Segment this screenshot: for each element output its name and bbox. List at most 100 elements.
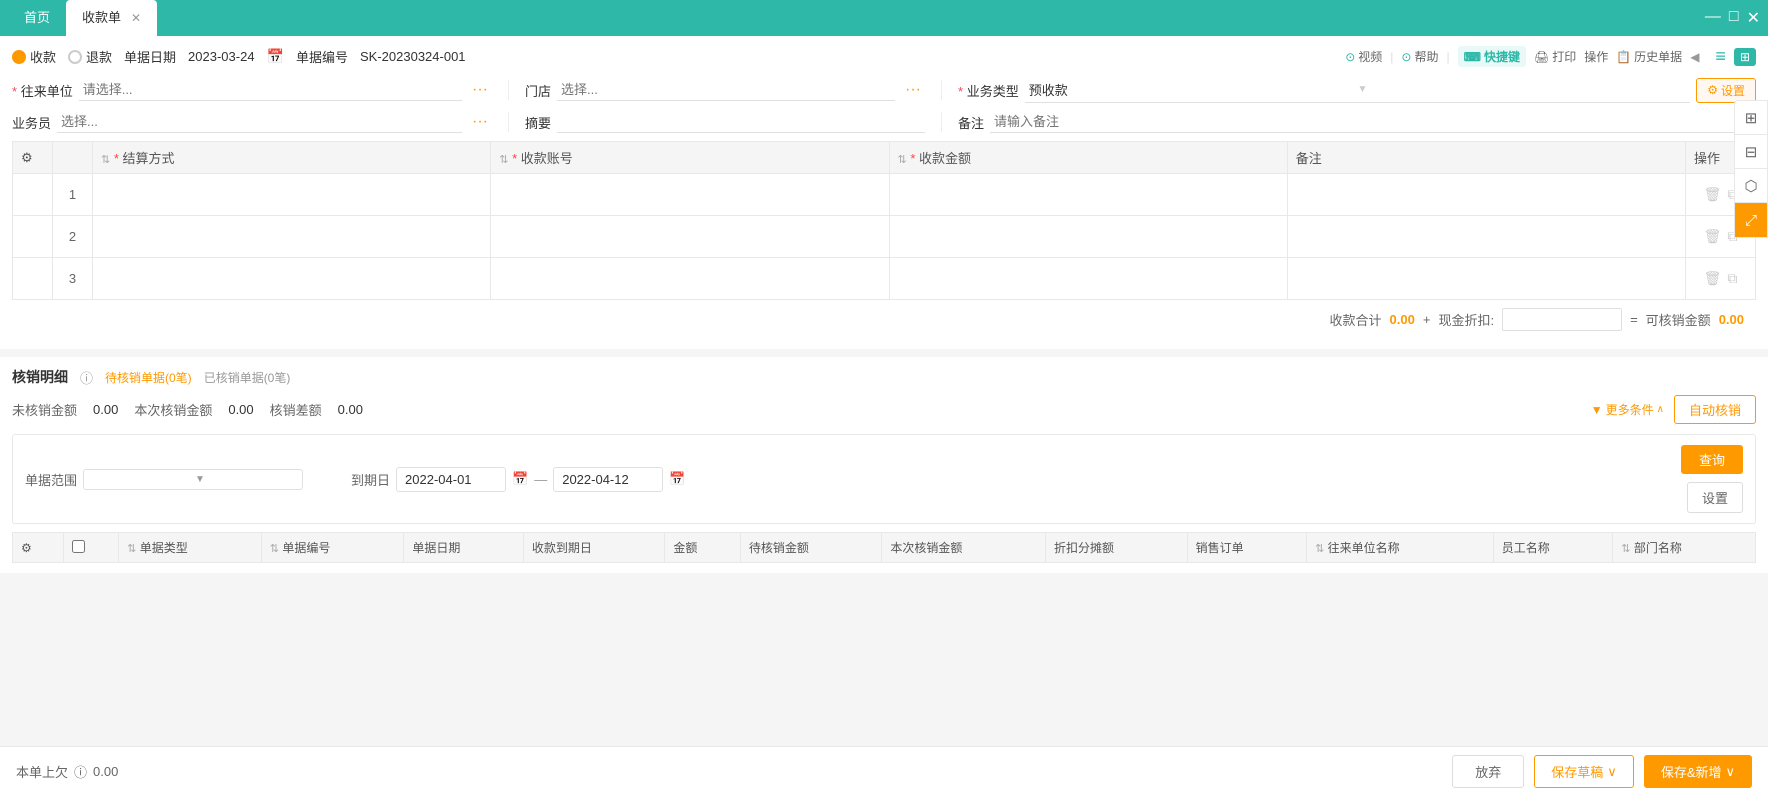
query-btn[interactable]: 查询 xyxy=(1681,445,1743,474)
copy-row-3-icon[interactable]: ⧉ xyxy=(1727,270,1737,287)
th-gear[interactable]: ⚙ xyxy=(13,142,53,174)
account-input-1[interactable] xyxy=(491,174,888,215)
info-icon[interactable]: ⓘ xyxy=(80,368,93,387)
discard-btn[interactable]: 放弃 xyxy=(1452,755,1524,788)
td-account-3[interactable] xyxy=(491,258,889,300)
tab-close-icon[interactable]: ✕ xyxy=(131,0,141,36)
date-from-cal-icon[interactable]: 📅 xyxy=(512,471,528,487)
tab-receipt[interactable]: 收款单 ✕ xyxy=(66,0,157,36)
radio-receive[interactable]: 收款 xyxy=(12,47,56,66)
remark-input[interactable] xyxy=(990,111,1756,133)
td-settlement-2[interactable] xyxy=(93,216,491,258)
operation-btn[interactable]: 操作 xyxy=(1584,48,1608,65)
pending-tag[interactable]: 待核销单据(0笔) xyxy=(105,369,192,386)
filter-range-field: 单据范围 ▼ xyxy=(25,469,303,490)
right-panel-table-btn[interactable]: ⊞ xyxy=(1735,101,1767,135)
radio-refund[interactable]: 退款 xyxy=(68,47,112,66)
summary-input[interactable] xyxy=(557,111,925,133)
footer-info-icon[interactable]: ⓘ xyxy=(74,762,87,781)
select-all-checkbox[interactable] xyxy=(72,540,85,553)
td-num-1: 1 xyxy=(53,174,93,216)
th-gear-wo[interactable]: ⚙ xyxy=(13,533,64,563)
td-amount-1[interactable] xyxy=(889,174,1287,216)
settlement-input-1[interactable] xyxy=(93,174,490,215)
store-more-btn[interactable]: ··· xyxy=(901,81,925,99)
remark-input-3[interactable] xyxy=(1288,258,1685,299)
td-remark-3[interactable] xyxy=(1287,258,1685,300)
amount-input-3[interactable] xyxy=(890,258,1287,299)
menu-icon[interactable]: ≡ xyxy=(1715,46,1726,67)
net-value: 0.00 xyxy=(1719,312,1744,327)
th-dept-name: ⇅ 部门名称 xyxy=(1613,533,1756,563)
filter-range-select[interactable]: ▼ xyxy=(83,469,303,490)
help-btn[interactable]: ⊙ 帮助 xyxy=(1401,48,1438,65)
date-to-input[interactable] xyxy=(553,467,663,492)
remark-input-1[interactable] xyxy=(1288,174,1685,215)
right-panel-link-btn[interactable]: ⬡ xyxy=(1735,169,1767,203)
calendar-icon[interactable]: 📅 xyxy=(267,48,284,65)
td-account-1[interactable] xyxy=(491,174,889,216)
stats-row: 未核销金额 0.00 本次核销金额 0.00 核销差额 0.00 ▼ 更多条件 … xyxy=(12,395,1756,424)
store-input[interactable] xyxy=(557,79,895,101)
th-account: ⇅ * 收款账号 xyxy=(491,142,889,174)
set-btn[interactable]: 设置 xyxy=(1687,482,1743,513)
amount-input-1[interactable] xyxy=(890,174,1287,215)
history-btn[interactable]: 📋 历史单据 xyxy=(1616,48,1682,65)
window-maximize-icon[interactable]: □ xyxy=(1729,8,1739,28)
shortcut-btn[interactable]: ⌨ 快捷键 xyxy=(1458,46,1526,67)
td-settlement-1[interactable] xyxy=(93,174,491,216)
receipt-type-radio: 收款 退款 xyxy=(12,47,112,66)
td-amount-3[interactable] xyxy=(889,258,1287,300)
delete-row-1-icon[interactable]: 🗑 xyxy=(1704,186,1722,203)
print-btn[interactable]: 🖨 打印 xyxy=(1534,48,1576,65)
right-panel-expand-btn[interactable]: ⤢ xyxy=(1735,203,1767,237)
date-from-input[interactable] xyxy=(396,467,506,492)
account-input-2[interactable] xyxy=(491,216,888,257)
total-value: 0.00 xyxy=(1390,312,1415,327)
td-settlement-3[interactable] xyxy=(93,258,491,300)
discount-input[interactable] xyxy=(1502,308,1622,331)
staff-input[interactable] xyxy=(57,111,462,133)
settlement-input-3[interactable] xyxy=(93,258,490,299)
net-label: 可核销金额 xyxy=(1646,310,1711,329)
td-remark-1[interactable] xyxy=(1287,174,1685,216)
window-close-icon[interactable]: ✕ xyxy=(1747,8,1760,28)
td-checkbox-2 xyxy=(13,216,53,258)
more-conditions-chevron: ∧ xyxy=(1657,404,1664,415)
tab-home[interactable]: 首页 xyxy=(8,0,66,36)
delete-row-3-icon[interactable]: 🗑 xyxy=(1704,270,1722,287)
delete-row-2-icon[interactable]: 🗑 xyxy=(1704,228,1722,245)
th-checkbox-wo[interactable] xyxy=(64,533,119,563)
save-new-btn[interactable]: 保存&新增 ∨ xyxy=(1644,755,1752,788)
counterparty-more-btn[interactable]: ··· xyxy=(468,81,492,99)
window-minimize-icon[interactable]: — xyxy=(1705,8,1721,28)
form-settings-btn[interactable]: ⚙ 设置 xyxy=(1696,78,1756,103)
save-draft-btn[interactable]: 保存草稿 ∨ xyxy=(1534,755,1634,788)
grid-icon[interactable]: ⊞ xyxy=(1734,48,1756,66)
more-conditions-btn[interactable]: ▼ 更多条件 ∧ xyxy=(1591,401,1664,418)
staff-more-btn[interactable]: ··· xyxy=(468,113,492,131)
tab-bar: 首页 收款单 ✕ — □ ✕ xyxy=(0,0,1768,36)
td-account-2[interactable] xyxy=(491,216,889,258)
date-value: 2023-03-24 xyxy=(188,49,255,64)
settlement-input-2[interactable] xyxy=(93,216,490,257)
staff-field: 业务员 ··· xyxy=(12,111,492,133)
td-remark-2[interactable] xyxy=(1287,216,1685,258)
video-btn[interactable]: ⊙ 视频 xyxy=(1345,48,1382,65)
footer-buttons: 放弃 保存草稿 ∨ 保存&新增 ∨ xyxy=(1452,755,1752,788)
right-panel-book-btn[interactable]: ⊟ xyxy=(1735,135,1767,169)
td-amount-2[interactable] xyxy=(889,216,1287,258)
th-amount: ⇅ * 收款金额 xyxy=(889,142,1287,174)
remark-input-2[interactable] xyxy=(1288,216,1685,257)
counterparty-input[interactable] xyxy=(79,79,462,101)
date-to-cal-icon[interactable]: 📅 xyxy=(669,471,685,487)
amount-input-2[interactable] xyxy=(890,216,1287,257)
filter-range-label: 单据范围 xyxy=(25,470,77,489)
nav-left-icon[interactable]: ◀ xyxy=(1690,50,1699,64)
completed-tag[interactable]: 已核销单据(0笔) xyxy=(204,369,291,386)
account-input-3[interactable] xyxy=(491,258,888,299)
business-type-label: * 业务类型 xyxy=(958,81,1019,100)
th-pending-amount: 待核销金额 xyxy=(740,533,882,563)
business-type-select[interactable]: 预收款 ▼ xyxy=(1025,77,1691,103)
auto-write-off-btn[interactable]: 自动核销 xyxy=(1674,395,1756,424)
